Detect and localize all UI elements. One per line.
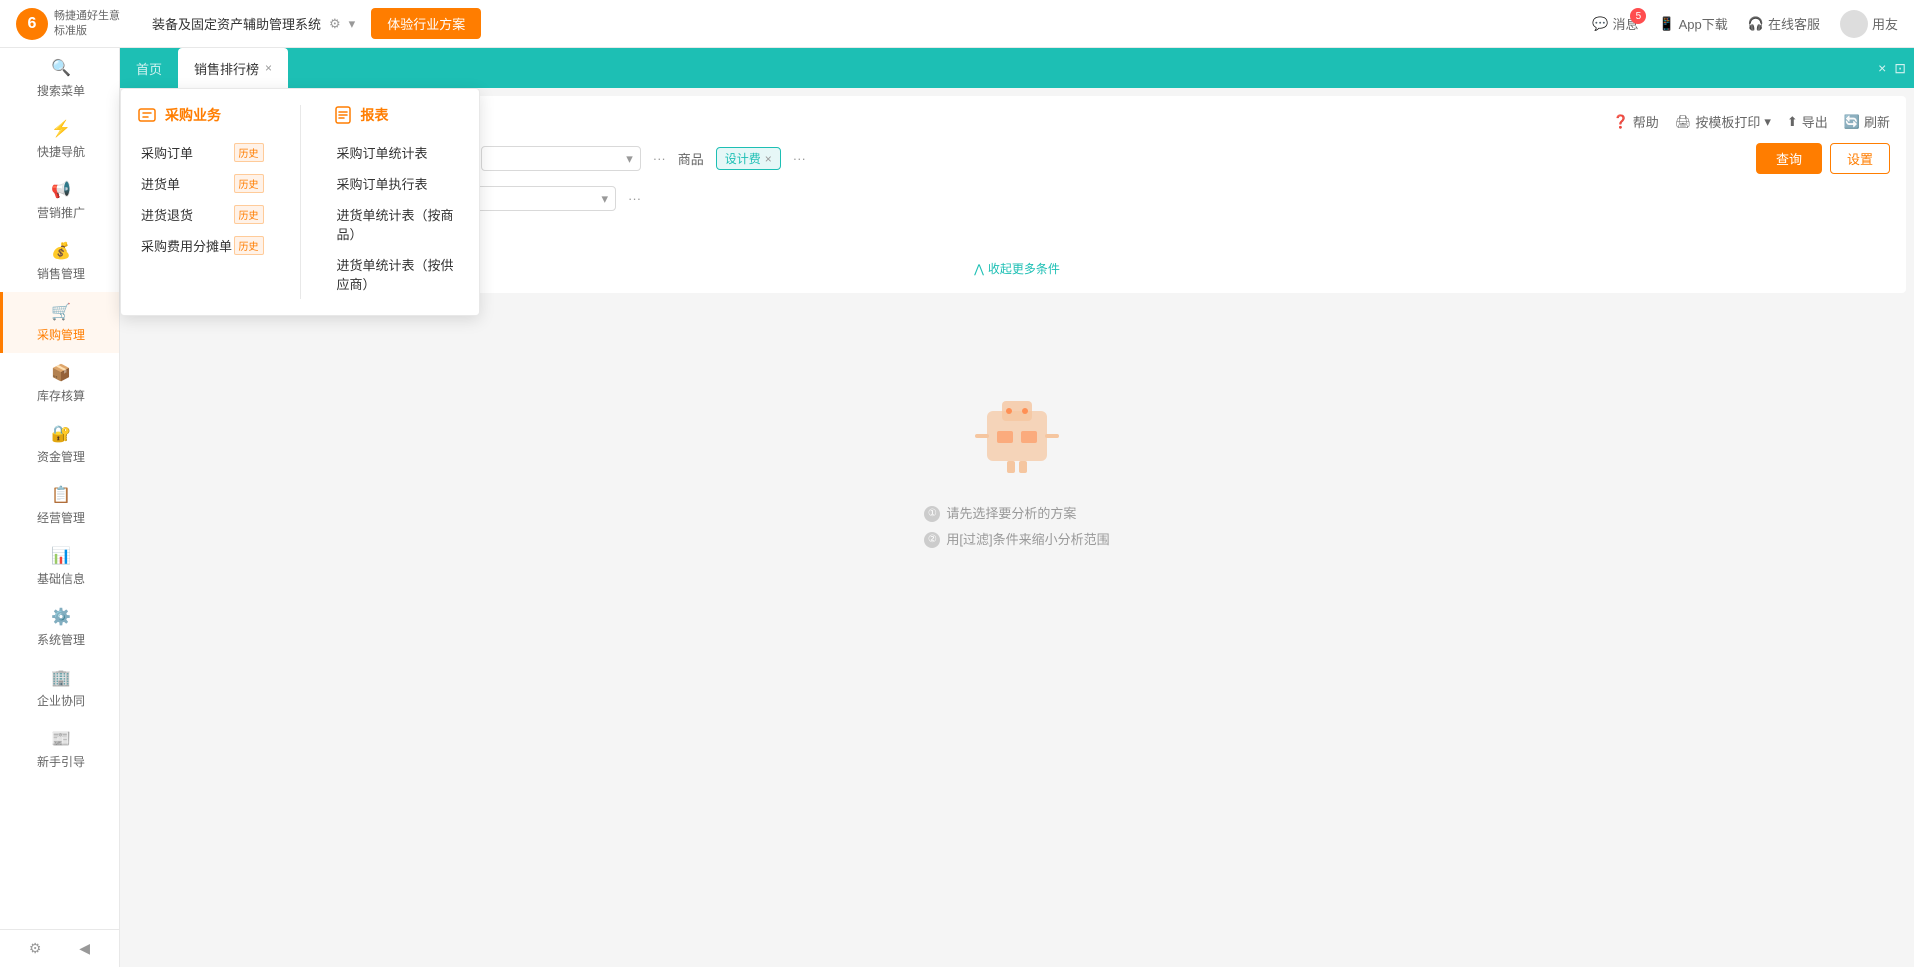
sidebar-item-guide[interactable]: 📰 新手引导 — [0, 719, 119, 780]
dropdown-purchase-header: 采购业务 — [137, 105, 268, 125]
sidebar-item-operation[interactable]: 📋 经营管理 — [0, 475, 119, 536]
tab-bar-actions: × ⊡ — [1878, 60, 1914, 77]
avatar — [1840, 10, 1868, 38]
dropdown-item-return[interactable]: 进货退货 历史 — [137, 199, 268, 230]
sidebar-item-sales[interactable]: 💰 销售管理 — [0, 231, 119, 292]
phone-icon: 📱 — [1658, 16, 1674, 32]
sidebar-item-system[interactable]: ⚙️ 系统管理 — [0, 597, 119, 658]
refresh-icon: 🔄 — [1844, 114, 1860, 130]
export-btn[interactable]: ⬆ 导出 — [1787, 112, 1828, 131]
message-btn[interactable]: 💬 消息 5 — [1592, 14, 1638, 33]
dropdown-report-header: 报表 — [333, 105, 464, 125]
query-btn[interactable]: 查询 — [1756, 143, 1822, 174]
doc-status-select[interactable] — [481, 146, 641, 171]
help-btn[interactable]: ❓ 帮助 — [1613, 112, 1659, 131]
sidebar-settings-btn[interactable]: ⚙ — [29, 940, 42, 957]
top-right: 💬 消息 5 📱 App下载 🎧 在线客服 用友 — [1592, 10, 1898, 38]
user-btn[interactable]: 用友 — [1840, 10, 1898, 38]
collapse-btn[interactable]: ⋀ 收起更多条件 — [974, 260, 1060, 277]
tab-sales-rank[interactable]: 销售排行榜 × — [178, 48, 288, 88]
history-badge-2: 历史 — [234, 174, 264, 193]
tab-close-icon[interactable]: × — [265, 61, 272, 75]
settings-btn[interactable]: 设置 — [1830, 143, 1890, 174]
clipboard-icon: 📋 — [51, 485, 71, 505]
system-title: 装备及固定资产辅助管理系统 ⚙ ▾ 体验行业方案 — [152, 8, 1592, 39]
message-icon: 💬 — [1592, 16, 1608, 32]
doc-status-more[interactable]: ··· — [653, 151, 666, 166]
dropdown-item-order-exec[interactable]: 采购订单执行表 — [333, 168, 464, 199]
dropdown-divider — [300, 105, 301, 299]
logo-area: 6 畅捷通好生意 标准版 — [16, 8, 136, 40]
dropdown-item-purchase-order[interactable]: 采购订单 历史 — [137, 137, 268, 168]
online-service-btn[interactable]: 🎧 在线客服 — [1748, 14, 1820, 33]
dropdown-item-order-stat[interactable]: 采购订单统计表 — [333, 137, 464, 168]
newspaper-icon: 📰 — [51, 729, 71, 749]
dropdown-columns: 采购业务 采购订单 历史 进货单 历史 进货退货 历史 采购费用分摊单 历史 — [137, 105, 463, 299]
print-icon: 🖨 — [1675, 114, 1692, 130]
step-dot-1: ① — [924, 506, 940, 522]
logo-text: 畅捷通好生意 标准版 — [54, 9, 120, 38]
chart-icon: 📊 — [51, 546, 71, 566]
goods-tag: 设计费 × — [716, 147, 781, 170]
step-dot-2: ② — [924, 532, 940, 548]
empty-illustration — [967, 381, 1067, 481]
dropdown-item-incoming-stat-supplier[interactable]: 进货单统计表（按供应商） — [333, 249, 464, 299]
history-badge-3: 历史 — [234, 205, 264, 224]
sidebar: 🔍 搜索菜单 ⚡ 快捷导航 📢 营销推广 💰 销售管理 🛒 采购管理 📦 库存核… — [0, 48, 120, 967]
logo-icon: 6 — [16, 8, 48, 40]
dropdown-item-incoming[interactable]: 进货单 历史 — [137, 168, 268, 199]
box-icon: 📦 — [51, 363, 71, 383]
history-badge-4: 历史 — [234, 236, 264, 255]
sidebar-item-enterprise[interactable]: 🏢 企业协同 — [0, 658, 119, 719]
collapse-arrow-icon: ⋀ — [974, 262, 984, 276]
dropdown-item-incoming-stat-goods[interactable]: 进货单统计表（按商品） — [333, 199, 464, 249]
sidebar-item-search[interactable]: 🔍 搜索菜单 — [0, 48, 119, 109]
goods-more[interactable]: ··· — [793, 151, 806, 166]
export-icon: ⬆ — [1787, 114, 1798, 130]
gear-icon: ⚙️ — [51, 607, 71, 627]
sidebar-item-quick-nav[interactable]: ⚡ 快捷导航 — [0, 109, 119, 170]
tab-bar: 首页 销售排行榜 × × ⊡ — [120, 48, 1914, 88]
message-badge: 5 — [1630, 8, 1646, 24]
help-icon: ❓ — [1613, 114, 1629, 130]
goods-label: 商品 — [678, 149, 704, 168]
sidebar-item-marketing[interactable]: 📢 营销推广 — [0, 170, 119, 231]
template-print-btn[interactable]: 🖨 按模板打印 ▾ — [1675, 112, 1771, 131]
goods-tag-remove[interactable]: × — [765, 152, 772, 166]
sidebar-bottom: ⚙ ◀ — [0, 929, 119, 967]
lightning-icon: ⚡ — [51, 119, 71, 139]
app-download-btn[interactable]: 📱 App下载 — [1658, 14, 1727, 33]
settings-icon[interactable]: ⚙ — [329, 16, 341, 32]
service-icon: 🎧 — [1748, 16, 1764, 32]
empty-state: ① 请先选择要分析的方案 ② 用[过滤]条件来缩小分析范围 — [120, 301, 1914, 633]
money-icon: 💰 — [51, 241, 71, 261]
empty-text: ① 请先选择要分析的方案 ② 用[过滤]条件来缩小分析范围 — [924, 501, 1109, 553]
sidebar-item-inventory[interactable]: 📦 库存核算 — [0, 353, 119, 414]
sidebar-item-purchase[interactable]: 🛒 采购管理 — [0, 292, 119, 353]
cart-icon: 🛒 — [51, 302, 71, 322]
purchase-dropdown-menu: 采购业务 采购订单 历史 进货单 历史 进货退货 历史 采购费用分摊单 历史 — [120, 88, 480, 316]
refresh-btn[interactable]: 🔄 刷新 — [1844, 112, 1890, 131]
history-badge-1: 历史 — [234, 143, 264, 162]
dropdown-col-purchase: 采购业务 采购订单 历史 进货单 历史 进货退货 历史 采购费用分摊单 历史 — [137, 105, 268, 299]
salesperson-select[interactable] — [456, 186, 616, 211]
sidebar-collapse-btn[interactable]: ◀ — [79, 940, 90, 957]
sidebar-item-base[interactable]: 📊 基础信息 — [0, 536, 119, 597]
industry-btn[interactable]: 体验行业方案 — [371, 8, 481, 39]
print-dropdown-icon[interactable]: ▾ — [1764, 114, 1771, 130]
sidebar-item-capital[interactable]: 🔐 资金管理 — [0, 414, 119, 475]
tab-home[interactable]: 首页 — [120, 48, 178, 88]
doc-status-select-wrapper — [481, 146, 641, 171]
lock-icon: 🔐 — [51, 424, 71, 444]
building-icon: 🏢 — [51, 668, 71, 688]
dropdown-item-cost[interactable]: 采购费用分摊单 历史 — [137, 230, 268, 261]
window-restore-btn[interactable]: ⊡ — [1894, 60, 1906, 77]
salesperson-select-wrapper — [456, 186, 616, 211]
salesperson-more[interactable]: ··· — [628, 191, 641, 206]
search-icon: 🔍 — [51, 58, 71, 78]
window-close-btn[interactable]: × — [1878, 60, 1886, 76]
megaphone-icon: 📢 — [51, 180, 71, 200]
top-bar: 6 畅捷通好生意 标准版 装备及固定资产辅助管理系统 ⚙ ▾ 体验行业方案 💬 … — [0, 0, 1914, 48]
dropdown-col-report: 报表 采购订单统计表 采购订单执行表 进货单统计表（按商品） 进货单统计表（按供… — [333, 105, 464, 299]
